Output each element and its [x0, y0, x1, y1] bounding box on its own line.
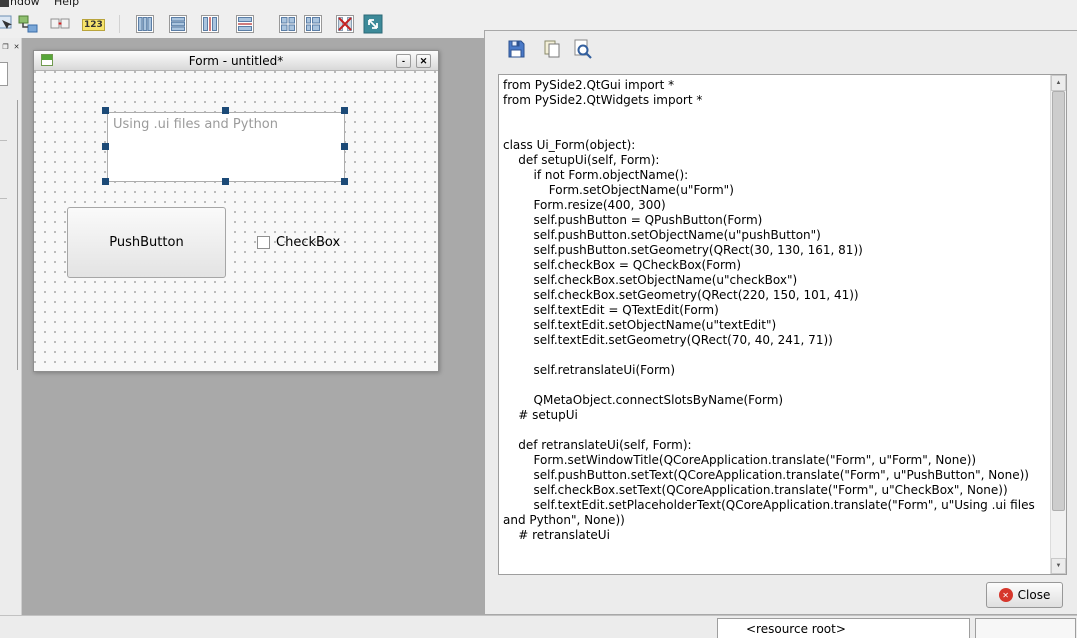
layout-vertical-splitter-icon[interactable] [234, 13, 256, 35]
scroll-down-button[interactable]: ▼ [1051, 558, 1066, 574]
close-circle-icon: ✕ [999, 588, 1013, 602]
layout-vertically-icon[interactable] [167, 13, 189, 35]
chevron-up-icon: ▲ [1056, 80, 1062, 86]
layout-grid-icon[interactable] [277, 13, 299, 35]
widget-box-dock: ❐ ✕ [0, 38, 22, 616]
scrollbar-thumb[interactable] [1052, 91, 1065, 511]
resource-root-label: <resource root> [746, 622, 846, 636]
minimize-icon: - [402, 56, 405, 66]
textedit-widget[interactable]: Using .ui files and Python [107, 112, 345, 182]
form-canvas[interactable]: Using .ui files and Python PushButton Ch… [34, 71, 438, 371]
dock-item-separator [0, 198, 7, 199]
resource-side-panel [975, 618, 1076, 638]
selection-handle[interactable] [341, 107, 348, 114]
close-icon: ✕ [14, 44, 20, 51]
checkbox-widget[interactable]: CheckBox [257, 234, 340, 250]
code-preview-dialog: from PySide2.QtGui import * from PySide2… [484, 30, 1077, 615]
menubar: ndow Help [0, 0, 484, 10]
scroll-up-button[interactable]: ▲ [1051, 75, 1066, 91]
adjust-size-icon[interactable] [362, 13, 384, 35]
qt-designer-screen: ndow Help 123 [0, 0, 1077, 638]
close-icon: ✕ [420, 56, 428, 66]
selection-handle[interactable] [102, 107, 109, 114]
toolbar-separator [119, 15, 120, 33]
float-icon: ❐ [2, 44, 8, 51]
copy-icon [541, 48, 563, 63]
form-title: Form - untitled* [34, 54, 438, 68]
code-text: from PySide2.QtGui import * from PySide2… [499, 75, 1049, 574]
selection-handle[interactable] [222, 178, 229, 185]
checkbox-label: CheckBox [276, 235, 340, 250]
dock-scrollbar[interactable] [17, 100, 18, 370]
code-view[interactable]: from PySide2.QtGui import * from PySide2… [498, 74, 1067, 575]
chevron-down-icon: ▼ [1056, 563, 1062, 569]
textedit-placeholder: Using .ui files and Python [113, 117, 278, 132]
copy-button[interactable] [540, 38, 564, 62]
menu-help[interactable]: Help [54, 0, 79, 8]
save-icon [505, 48, 527, 63]
checkbox-indicator[interactable] [257, 236, 270, 249]
dock-float-button[interactable]: ❐ [0, 42, 11, 53]
find-button[interactable] [570, 38, 594, 62]
selection-handle[interactable] [102, 143, 109, 150]
selection-handle[interactable] [222, 107, 229, 114]
edit-signals-slots-icon[interactable] [17, 13, 39, 35]
app-icon [0, 0, 9, 7]
resource-root-item[interactable]: <resource root> [717, 618, 970, 638]
form-window[interactable]: Form - untitled* - ✕ Using .ui files and… [33, 50, 439, 372]
main-toolbar: 123 [0, 10, 484, 38]
save-button[interactable] [504, 38, 528, 62]
find-icon [571, 48, 593, 63]
form-titlebar[interactable]: Form - untitled* - ✕ [34, 51, 438, 71]
minimize-button[interactable]: - [396, 54, 411, 68]
layout-form-icon[interactable] [302, 13, 324, 35]
dock-close-button[interactable]: ✕ [11, 42, 22, 53]
selection-handle[interactable] [341, 178, 348, 185]
selection-handle[interactable] [102, 178, 109, 185]
dock-item-separator [0, 140, 7, 141]
pushbutton-widget[interactable]: PushButton [67, 207, 226, 278]
close-button-label: Close [1018, 588, 1051, 602]
tab-order-label: 123 [82, 19, 105, 31]
filter-input[interactable] [0, 62, 8, 86]
layout-horizontally-icon[interactable] [134, 13, 156, 35]
break-layout-icon[interactable] [334, 13, 356, 35]
close-dialog-button[interactable]: ✕ Close [986, 582, 1063, 608]
edit-buddies-icon[interactable] [49, 13, 71, 35]
code-scrollbar[interactable]: ▲ ▼ [1050, 75, 1066, 574]
close-button[interactable]: ✕ [416, 54, 431, 68]
edit-tab-order-icon[interactable]: 123 [81, 13, 103, 35]
edit-widgets-icon[interactable] [0, 13, 15, 35]
menu-window[interactable]: ndow [10, 0, 40, 8]
selection-handle[interactable] [341, 143, 348, 150]
layout-horizontal-splitter-icon[interactable] [199, 13, 221, 35]
bottom-panel: <resource root> [0, 615, 1077, 638]
